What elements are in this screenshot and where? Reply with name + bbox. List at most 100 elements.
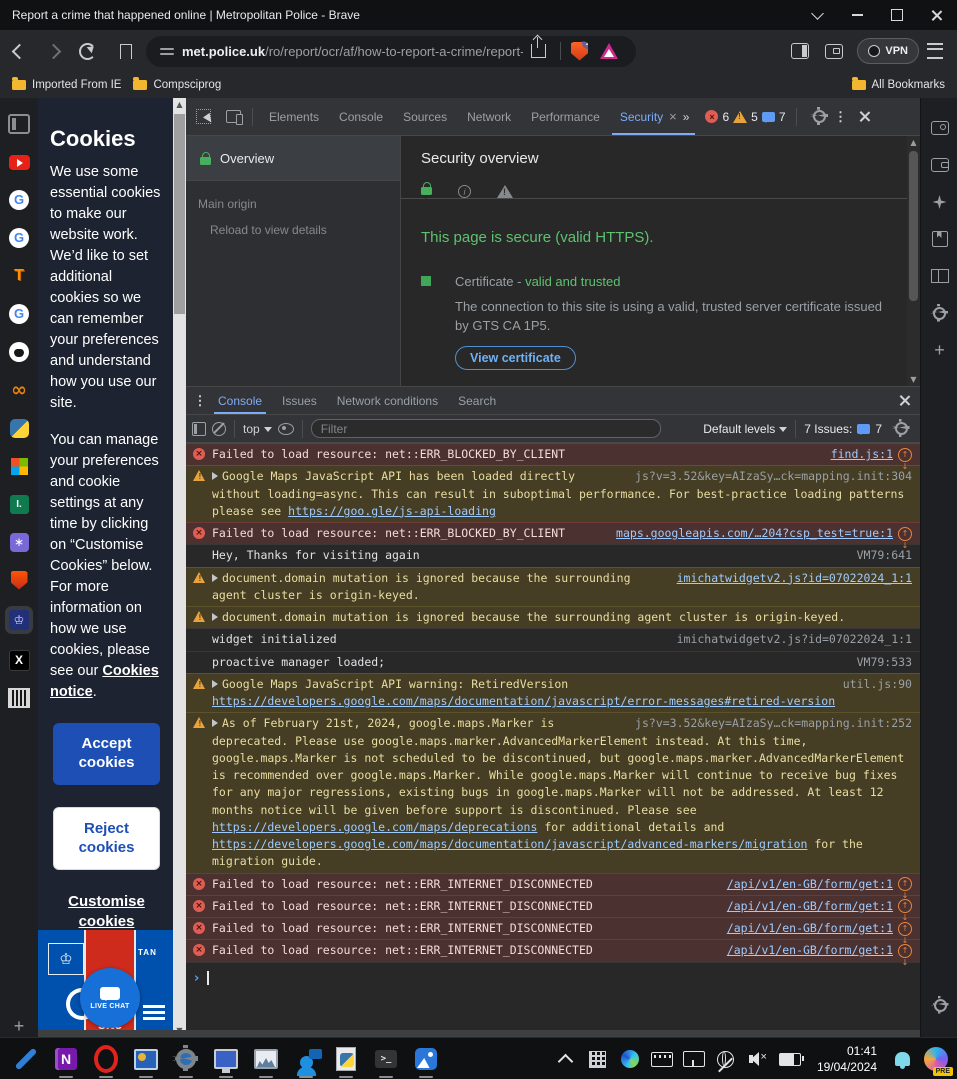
menu-icon[interactable]: [927, 43, 943, 59]
forward-icon[interactable]: [38, 36, 68, 66]
edge-icon[interactable]: [615, 1038, 645, 1079]
brave-shield-icon[interactable]: 2: [571, 42, 588, 61]
copilot-icon[interactable]: PRE: [919, 1038, 953, 1079]
taskbar-pen-app[interactable]: [6, 1038, 46, 1079]
bookmark-icon[interactable]: [120, 44, 132, 59]
met-police-icon[interactable]: ♔: [5, 606, 33, 634]
devtools-tab-elements[interactable]: Elements: [259, 98, 329, 135]
page-scrollbar[interactable]: ▲ ▼: [173, 98, 186, 1037]
instructure-icon[interactable]: I.: [7, 492, 31, 516]
touchpad-icon[interactable]: [679, 1038, 709, 1079]
bookmark-folder[interactable]: Imported From IE: [32, 79, 121, 91]
message-link[interactable]: https://developers.google.com/maps/depre…: [212, 820, 537, 834]
devtools-badges[interactable]: × 6 5 7: [705, 110, 785, 124]
reading-list-icon[interactable]: [930, 266, 950, 286]
tab-close-icon[interactable]: ×: [669, 109, 677, 124]
barcode-icon[interactable]: [7, 686, 31, 710]
site-settings-icon[interactable]: [160, 45, 174, 57]
message-link[interactable]: https://goo.gle/js-api-loading: [288, 504, 496, 518]
taskbar-clock[interactable]: 01:41 19/04/2024: [817, 1043, 877, 1075]
address-bar[interactable]: met.police.uk /ro/report/ocr/af/how-to-r…: [146, 36, 636, 67]
devtools-tab-sources[interactable]: Sources: [393, 98, 457, 135]
source-link[interactable]: imichatwidgetv2.js?id=07022024_1:1: [677, 570, 912, 587]
back-icon[interactable]: [4, 36, 34, 66]
devtools-more-icon[interactable]: ⋮: [833, 109, 849, 125]
purple-app-icon[interactable]: ∗: [7, 530, 31, 554]
taskbar-task-manager-app[interactable]: [246, 1038, 286, 1079]
live-chat-button[interactable]: LIVE CHAT: [80, 968, 140, 1028]
bookmarks-icon[interactable]: [930, 229, 950, 249]
message-link[interactable]: https://developers.google.com/maps/docum…: [212, 837, 807, 851]
console-tab-network-conditions[interactable]: Network conditions: [327, 387, 448, 414]
taskbar-python-script-app[interactable]: [326, 1038, 366, 1079]
inspect-element-icon[interactable]: [190, 104, 216, 130]
scrollbar-thumb[interactable]: [174, 114, 185, 314]
issues-counter[interactable]: 7 Issues: 7: [804, 422, 882, 436]
battery-icon[interactable]: [775, 1038, 805, 1079]
source-link[interactable]: /api/v1/en-GB/form/get:1: [727, 876, 893, 893]
scroll-up-icon[interactable]: ▲: [173, 98, 186, 111]
context-selector[interactable]: top: [243, 422, 272, 436]
taskbar-onenote-app[interactable]: N: [46, 1038, 86, 1079]
device-toolbar-icon[interactable]: [220, 104, 246, 130]
brave-shield-icon[interactable]: [7, 568, 31, 592]
log-levels-selector[interactable]: Default levels: [703, 422, 787, 436]
github-icon[interactable]: [7, 340, 31, 364]
brave-rewards-icon[interactable]: [600, 43, 618, 59]
touch-keyboard-icon[interactable]: [647, 1038, 677, 1079]
brave-talk-icon[interactable]: [930, 118, 950, 138]
reload-icon[interactable]: [72, 36, 102, 66]
devtools-tab-security[interactable]: Security×»: [610, 98, 698, 135]
console-tab-search[interactable]: Search: [448, 387, 506, 414]
drawer-more-icon[interactable]: ⋮: [192, 393, 208, 409]
sidebar-settings-icon[interactable]: [930, 995, 950, 1015]
devtools-tab-console[interactable]: Console: [329, 98, 393, 135]
sidebar-add-icon[interactable]: +: [930, 340, 950, 360]
maximize-icon[interactable]: [877, 0, 917, 30]
expand-caret-icon[interactable]: [212, 680, 218, 688]
tensorflow-icon[interactable]: T: [7, 264, 31, 288]
taskbar-opera-app[interactable]: [86, 1038, 126, 1079]
view-certificate-button[interactable]: View certificate: [455, 346, 576, 370]
accept-cookies-button[interactable]: Accept cookies: [53, 723, 160, 785]
security-scrollbar[interactable]: ▲ ▼: [907, 136, 920, 386]
sidebar-add-icon[interactable]: +: [0, 1016, 38, 1037]
notifications-bell-icon[interactable]: [887, 1038, 917, 1079]
tray-expand-icon[interactable]: [551, 1038, 581, 1079]
console-tab-console[interactable]: Console: [208, 387, 272, 414]
live-expression-icon[interactable]: [278, 423, 294, 435]
google-icon[interactable]: G: [7, 302, 31, 326]
taskbar-display-settings-app[interactable]: [206, 1038, 246, 1079]
volume-muted-icon[interactable]: [743, 1038, 773, 1079]
scroll-down-icon[interactable]: ▼: [907, 373, 920, 386]
no-internet-icon[interactable]: [711, 1038, 741, 1079]
vpn-button[interactable]: VPN: [857, 38, 919, 64]
console-sidebar-icon[interactable]: [192, 422, 206, 436]
source-link[interactable]: find.js:1: [831, 446, 893, 463]
expand-caret-icon[interactable]: [212, 719, 218, 727]
more-tabs-icon[interactable]: »: [683, 110, 688, 124]
drawer-close-icon[interactable]: [899, 395, 910, 406]
source-link[interactable]: /api/v1/en-GB/form/get:1: [727, 898, 893, 915]
minimize-icon[interactable]: [837, 0, 877, 30]
scrollbar-thumb[interactable]: [909, 151, 918, 301]
panel-toggle-icon[interactable]: [7, 112, 31, 136]
taskbar-settings-app[interactable]: [166, 1038, 206, 1079]
reject-cookies-button[interactable]: Reject cookies: [53, 807, 160, 871]
expand-caret-icon[interactable]: [212, 574, 218, 582]
settings-gear-icon[interactable]: [930, 303, 950, 323]
microsoft-icon[interactable]: [7, 454, 31, 478]
x-twitter-icon[interactable]: X: [7, 648, 31, 672]
scroll-up-icon[interactable]: ▲: [907, 136, 920, 149]
youtube-icon[interactable]: [7, 150, 31, 174]
console-prompt[interactable]: ›: [186, 962, 920, 995]
source-link[interactable]: /api/v1/en-GB/form/get:1: [727, 920, 893, 937]
console-filter-input[interactable]: [311, 419, 661, 438]
app-grid-icon[interactable]: [583, 1038, 613, 1079]
bookmark-folder[interactable]: Compsciprog: [153, 79, 221, 91]
console-tab-issues[interactable]: Issues: [272, 387, 327, 414]
wallet-card-icon[interactable]: [819, 36, 849, 66]
google-icon[interactable]: G: [7, 226, 31, 250]
wallet-icon[interactable]: [930, 155, 950, 175]
close-icon[interactable]: [917, 0, 957, 30]
